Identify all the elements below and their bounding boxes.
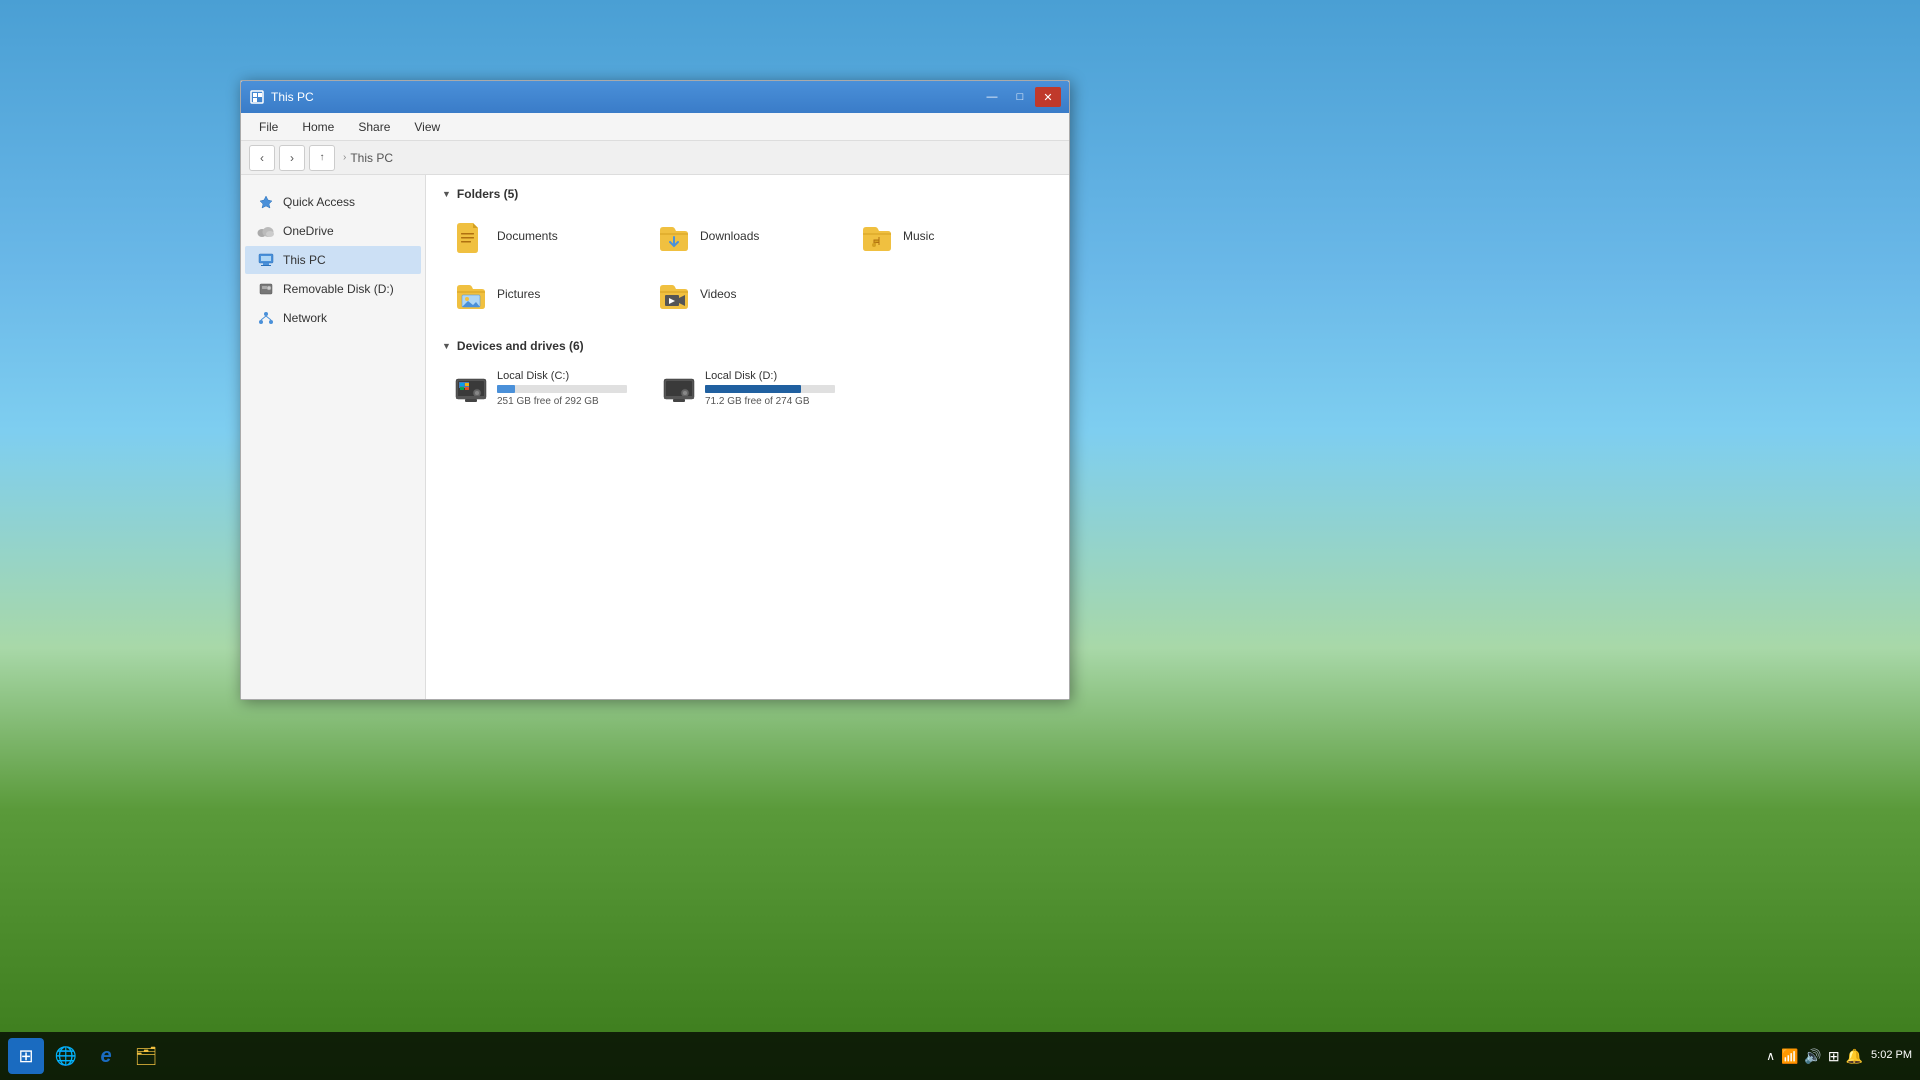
up-button[interactable]: ↑ <box>309 145 335 171</box>
taskbar-volume-icon[interactable]: 🔊 <box>1804 1048 1821 1065</box>
downloads-icon <box>656 218 692 254</box>
folders-arrow: ▼ <box>442 189 451 199</box>
drives-grid: Local Disk (C:) 251 GB free of 292 GB <box>442 363 1053 414</box>
taskbar: ⊞ 🌐 e 🗂 ∧ 📶 🔊 ⊞ 🔔 5:02 PM <box>0 1032 1920 1080</box>
videos-icon <box>656 276 692 312</box>
maximize-button[interactable]: □ <box>1007 87 1033 107</box>
close-button[interactable]: ✕ <box>1035 87 1061 107</box>
taskbar-wifi-icon: 📶 <box>1781 1048 1798 1065</box>
drive-d[interactable]: Local Disk (D:) 71.2 GB free of 274 GB <box>650 363 850 414</box>
folders-grid: Documents Downloads <box>442 211 1053 319</box>
folders-section-header[interactable]: ▼ Folders (5) <box>442 187 1053 201</box>
menu-view[interactable]: View <box>404 118 450 136</box>
back-button[interactable]: ‹ <box>249 145 275 171</box>
folder-videos-label: Videos <box>700 287 736 301</box>
drive-c-info: Local Disk (C:) 251 GB free of 292 GB <box>497 370 627 407</box>
pictures-icon <box>453 276 489 312</box>
quick-access-icon <box>257 193 275 211</box>
drive-d-bar-container <box>705 385 835 393</box>
music-icon <box>859 218 895 254</box>
desktop: ⊞ 🌐 e 🗂 ∧ 📶 🔊 ⊞ 🔔 5:02 PM <box>0 0 1920 1080</box>
drives-section-header[interactable]: ▼ Devices and drives (6) <box>442 339 1053 353</box>
menu-home[interactable]: Home <box>292 118 344 136</box>
drive-d-name: Local Disk (D:) <box>705 370 835 382</box>
sidebar-label-onedrive: OneDrive <box>283 224 334 238</box>
drives-section-label: Devices and drives (6) <box>457 339 584 353</box>
drive-d-info: Local Disk (D:) 71.2 GB free of 274 GB <box>705 370 835 407</box>
drives-arrow: ▼ <box>442 341 451 351</box>
nav-bar: ‹ › ↑ › This PC <box>241 141 1069 175</box>
drive-d-icon <box>661 371 697 407</box>
forward-button[interactable]: › <box>279 145 305 171</box>
sidebar-item-network[interactable]: Network <box>245 304 421 332</box>
taskbar-apps-icon[interactable]: ⊞ <box>1828 1048 1840 1065</box>
window-title: This PC <box>271 90 314 104</box>
folder-documents-label: Documents <box>497 229 558 243</box>
documents-icon <box>453 218 489 254</box>
this-pc-icon <box>257 251 275 269</box>
start-button[interactable]: ⊞ <box>8 1038 44 1074</box>
drive-c-icon <box>453 371 489 407</box>
minimize-button[interactable]: — <box>979 87 1005 107</box>
folder-downloads[interactable]: Downloads <box>645 211 840 261</box>
sidebar-item-this-pc[interactable]: This PC <box>245 246 421 274</box>
taskbar-edge-icon[interactable]: 🌐 <box>48 1038 84 1074</box>
taskbar-notification-icon[interactable]: 🔔 <box>1846 1048 1863 1065</box>
breadcrumb-arrow: › <box>343 152 346 163</box>
onedrive-icon <box>257 222 275 240</box>
window-controls: — □ ✕ <box>979 87 1061 107</box>
file-explorer-window: This PC — □ ✕ File Home Share View ‹ › ↑… <box>240 80 1070 700</box>
drive-c-free: 251 GB free of 292 GB <box>497 396 627 407</box>
taskbar-left: ⊞ 🌐 e 🗂 <box>8 1038 164 1074</box>
sidebar-item-quick-access[interactable]: Quick Access <box>245 188 421 216</box>
taskbar-sys-icons: ∧ 📶 🔊 ⊞ 🔔 <box>1766 1048 1863 1065</box>
breadcrumb: › This PC <box>343 151 393 165</box>
drive-c-name: Local Disk (C:) <box>497 370 627 382</box>
sidebar-label-network: Network <box>283 311 327 325</box>
drive-c-bar-container <box>497 385 627 393</box>
title-bar-left: This PC <box>249 89 314 105</box>
menu-share[interactable]: Share <box>348 118 400 136</box>
sidebar-label-removable-disk: Removable Disk (D:) <box>283 282 394 296</box>
taskbar-show-hidden[interactable]: ∧ <box>1766 1049 1775 1063</box>
drive-d-bar <box>705 385 801 393</box>
sidebar: Quick Access OneDrive <box>241 175 426 699</box>
sidebar-label-quick-access: Quick Access <box>283 195 355 209</box>
folders-section-label: Folders (5) <box>457 187 518 201</box>
drive-c-bar <box>497 385 515 393</box>
menu-file[interactable]: File <box>249 118 288 136</box>
folder-music[interactable]: Music <box>848 211 1043 261</box>
taskbar-ie-icon[interactable]: e <box>88 1038 124 1074</box>
folder-pictures-label: Pictures <box>497 287 540 301</box>
removable-disk-icon <box>257 280 275 298</box>
breadcrumb-thispc[interactable]: This PC <box>350 151 393 165</box>
menu-bar: File Home Share View <box>241 113 1069 141</box>
main-area: ▼ Folders (5) <box>426 175 1069 699</box>
sidebar-label-this-pc: This PC <box>283 253 326 267</box>
folder-videos[interactable]: Videos <box>645 269 840 319</box>
window-icon <box>249 89 265 105</box>
drive-c[interactable]: Local Disk (C:) 251 GB free of 292 GB <box>442 363 642 414</box>
taskbar-time[interactable]: 5:02 PM <box>1871 1048 1912 1063</box>
sidebar-item-removable-disk[interactable]: Removable Disk (D:) <box>245 275 421 303</box>
network-icon <box>257 309 275 327</box>
folder-documents[interactable]: Documents <box>442 211 637 261</box>
folder-pictures[interactable]: Pictures <box>442 269 637 319</box>
folder-downloads-label: Downloads <box>700 229 759 243</box>
folder-music-label: Music <box>903 229 934 243</box>
sidebar-item-onedrive[interactable]: OneDrive <box>245 217 421 245</box>
window-content: Quick Access OneDrive <box>241 175 1069 699</box>
taskbar-right: ∧ 📶 🔊 ⊞ 🔔 5:02 PM <box>1766 1048 1912 1065</box>
title-bar: This PC — □ ✕ <box>241 81 1069 113</box>
taskbar-explorer-icon[interactable]: 🗂 <box>128 1038 164 1074</box>
drive-d-free: 71.2 GB free of 274 GB <box>705 396 835 407</box>
